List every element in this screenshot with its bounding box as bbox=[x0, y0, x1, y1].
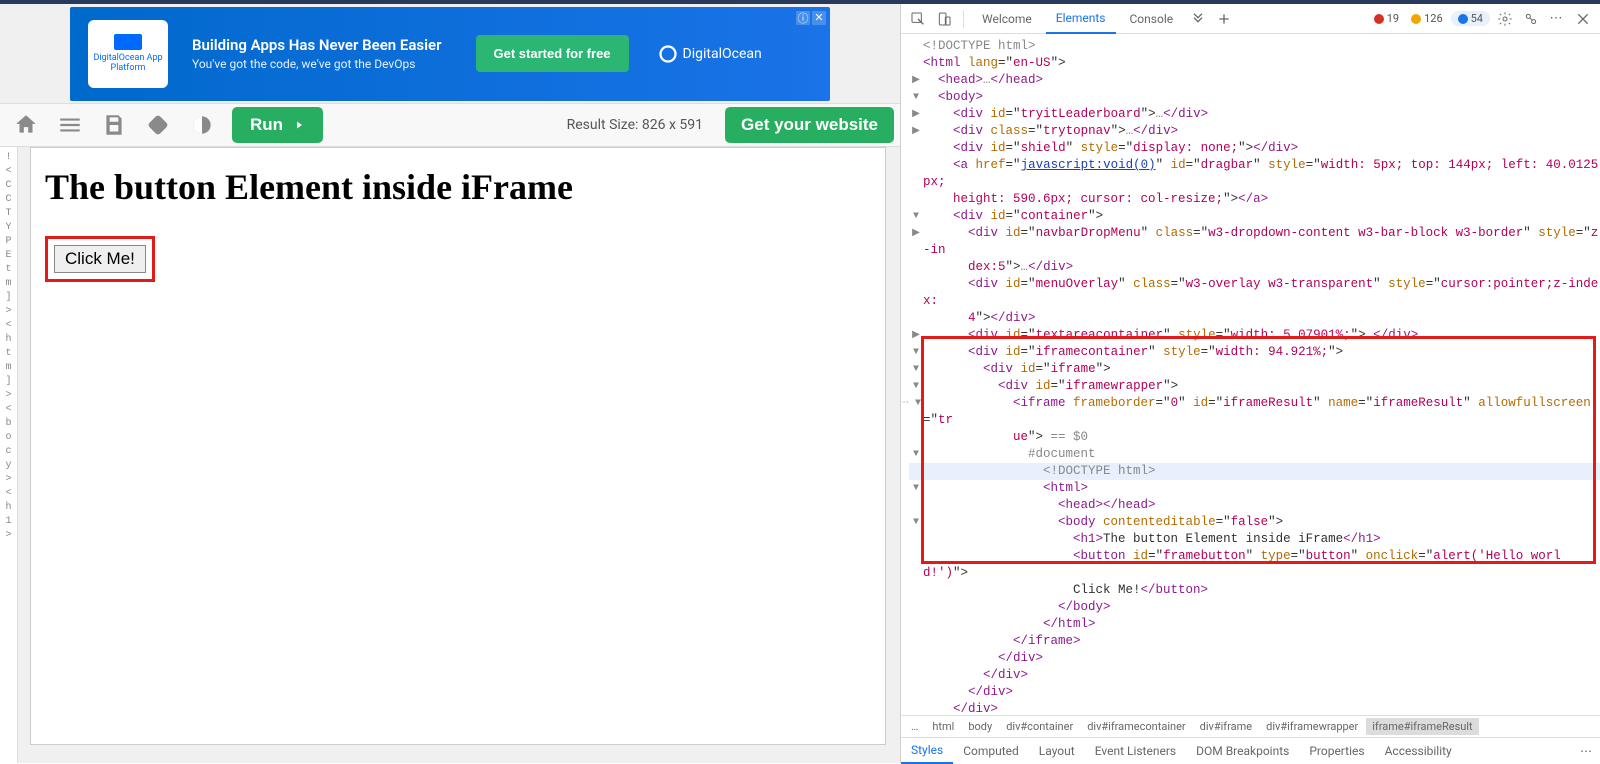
tab-computed: Computed bbox=[953, 738, 1029, 764]
theme-icon[interactable] bbox=[182, 105, 222, 145]
more-tabs-icon[interactable] bbox=[1187, 8, 1209, 30]
preview-iframe: The button Element inside iFrame Click M… bbox=[30, 147, 886, 745]
ad-controls[interactable]: ⓘ✕ bbox=[796, 11, 826, 25]
tab-welcome[interactable]: Welcome bbox=[972, 4, 1042, 34]
devtools-pane: Welcome Elements Console 19 126 54 ⋯ <!D… bbox=[900, 4, 1600, 763]
dom-breadcrumbs[interactable]: … html body div#container div#iframecont… bbox=[901, 715, 1600, 737]
activity-icon[interactable] bbox=[1520, 8, 1542, 30]
tab-properties: Properties bbox=[1299, 738, 1374, 764]
home-icon[interactable] bbox=[6, 105, 46, 145]
toolbar: Run Result Size: 826 x 591 Get your webs… bbox=[0, 103, 900, 147]
ad-title: Building Apps Has Never Been Easier bbox=[192, 36, 442, 54]
editor-pane: DigitalOcean App Platform Building Apps … bbox=[0, 4, 900, 763]
ad-cta-button[interactable]: Get started for free bbox=[476, 35, 629, 72]
result-size-label: Result Size: 826 x 591 bbox=[567, 117, 703, 133]
more-icon: ⋯ bbox=[1570, 738, 1600, 764]
ad-banner: DigitalOcean App Platform Building Apps … bbox=[0, 4, 900, 103]
styles-tabs[interactable]: Styles Computed Layout Event Listeners D… bbox=[901, 737, 1600, 763]
tab-elements[interactable]: Elements bbox=[1046, 4, 1116, 34]
inspect-icon[interactable] bbox=[907, 8, 929, 30]
click-me-button[interactable]: Click Me! bbox=[54, 245, 146, 273]
preview-heading: The button Element inside iFrame bbox=[45, 166, 871, 208]
tab-console[interactable]: Console bbox=[1120, 4, 1184, 34]
ad-content[interactable]: DigitalOcean App Platform Building Apps … bbox=[70, 7, 830, 101]
rotate-icon[interactable] bbox=[138, 105, 178, 145]
close-icon[interactable] bbox=[1572, 8, 1594, 30]
tab-layout: Layout bbox=[1029, 738, 1085, 764]
add-tab-icon[interactable] bbox=[1213, 8, 1235, 30]
menu-icon[interactable] bbox=[50, 105, 90, 145]
tab-dombreakpoints: DOM Breakpoints bbox=[1186, 738, 1299, 764]
device-icon[interactable] bbox=[933, 8, 955, 30]
get-website-button[interactable]: Get your website bbox=[725, 107, 894, 143]
tab-accessibility: Accessibility bbox=[1375, 738, 1462, 764]
tab-eventlisteners: Event Listeners bbox=[1085, 738, 1186, 764]
run-button[interactable]: Run bbox=[232, 107, 323, 143]
highlight-box: Click Me! bbox=[45, 236, 155, 282]
info-badge[interactable]: 54 bbox=[1451, 11, 1490, 26]
errors-badge[interactable]: 19 bbox=[1370, 12, 1403, 25]
code-editor-gutter[interactable]: ! < C C T Y P E t m ] > < h t m ] > < b … bbox=[0, 147, 18, 763]
tab-styles: Styles bbox=[901, 738, 953, 764]
devtools-toolbar: Welcome Elements Console 19 126 54 ⋯ bbox=[901, 4, 1600, 34]
more-icon[interactable]: ⋯ bbox=[1546, 8, 1568, 30]
ad-subtitle: You've got the code, we've got the DevOp… bbox=[192, 57, 442, 71]
settings-icon[interactable] bbox=[1494, 8, 1516, 30]
ad-brand: DigitalOcean bbox=[659, 45, 762, 63]
ad-logo-card: DigitalOcean App Platform bbox=[88, 20, 168, 88]
warnings-badge[interactable]: 126 bbox=[1407, 12, 1447, 25]
save-icon[interactable] bbox=[94, 105, 134, 145]
dom-tree[interactable]: <!DOCTYPE html> <html lang="en-US"> ▶ <h… bbox=[901, 34, 1600, 715]
